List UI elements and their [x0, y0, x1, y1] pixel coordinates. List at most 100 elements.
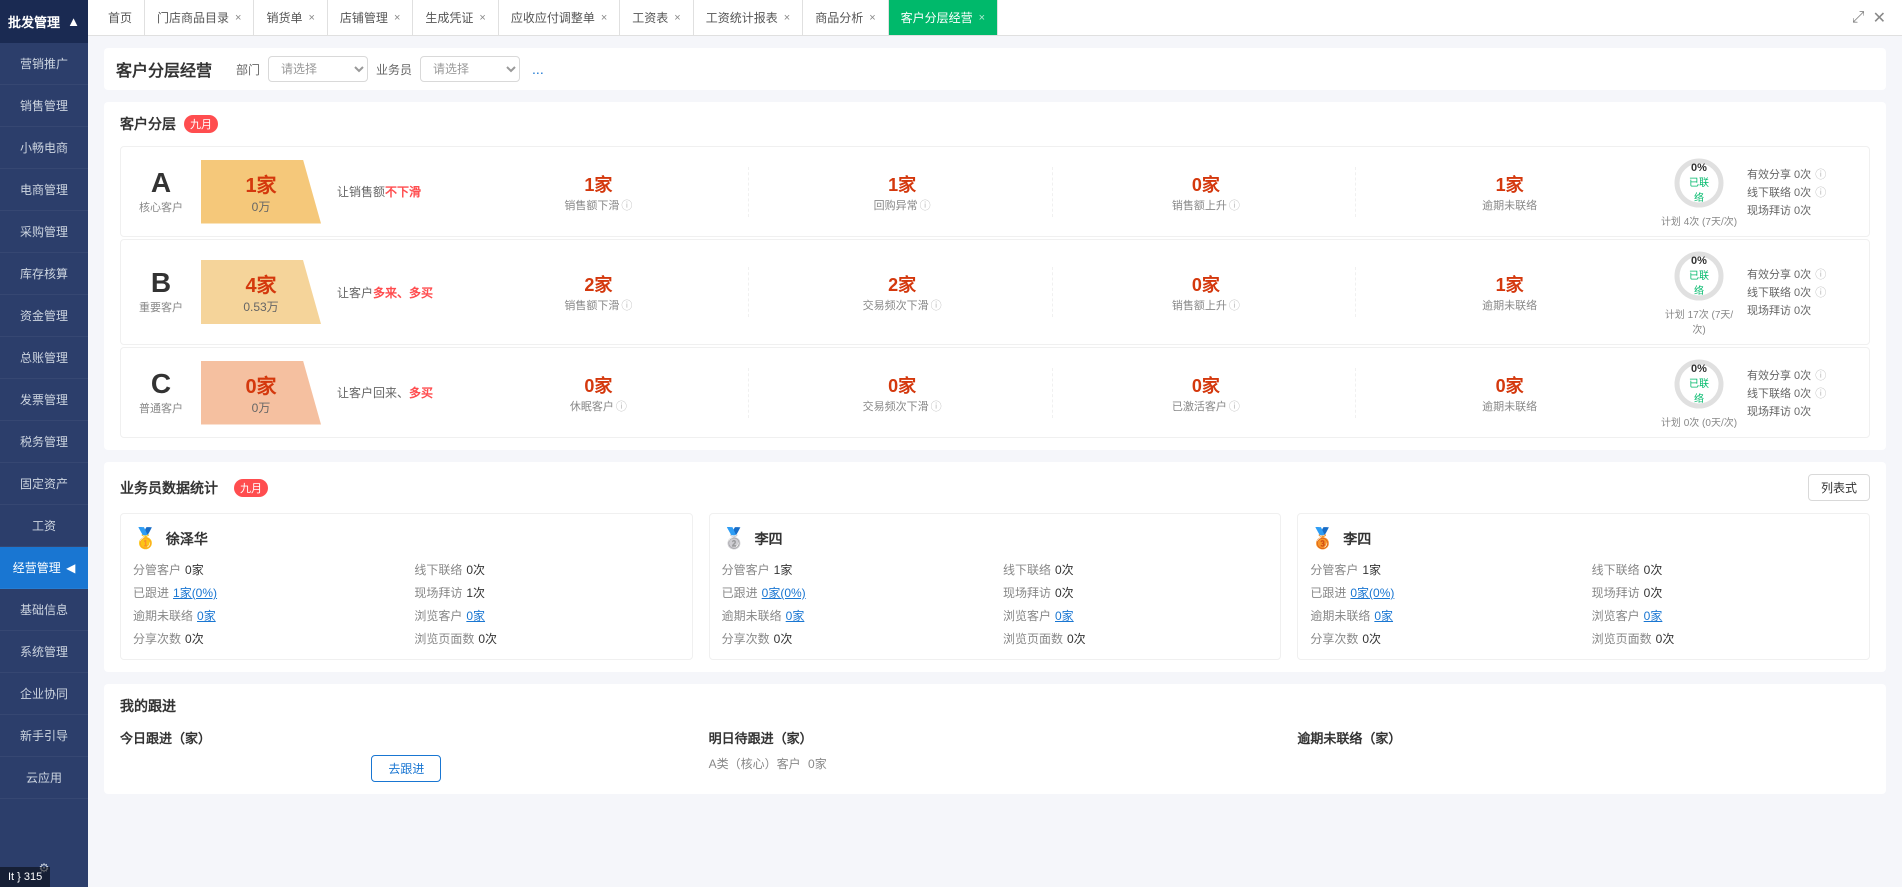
staff-1-medal: 🥇 — [133, 526, 158, 551]
tier-a-circle-text: 0% 已联络 — [1685, 162, 1713, 204]
sidebar-item-xiaoshou[interactable]: 销售管理 — [0, 85, 88, 127]
sidebar-item-xinshou[interactable]: 新手引导 — [0, 715, 88, 757]
tier-b-shape[interactable]: 4家 0.53万 — [201, 260, 321, 324]
info-icon[interactable]: ⓘ — [621, 297, 632, 313]
tab-close-voucher[interactable]: × — [479, 12, 485, 24]
info-icon[interactable]: ⓘ — [1229, 297, 1240, 313]
sidebar-item-jichu[interactable]: 基础信息 — [0, 589, 88, 631]
tab-payroll-report[interactable]: 工资统计报表 × — [694, 0, 803, 36]
info-icon[interactable]: ⓘ — [920, 197, 931, 213]
tier-a-right-3: 现场拜访 0次 — [1747, 202, 1869, 218]
tab-close-customer-tier[interactable]: × — [979, 12, 985, 24]
sidebar-item-xiaochang[interactable]: 小畅电商 — [0, 127, 88, 169]
info-icon[interactable]: ⓘ — [1229, 197, 1240, 213]
tier-c-name: 普通客户 — [139, 400, 183, 416]
tab-home[interactable]: 首页 — [96, 0, 145, 36]
tab-restore-icon[interactable]: ⤢ — [1852, 9, 1865, 27]
sidebar-item-shuiwu[interactable]: 税务管理 — [0, 421, 88, 463]
tier-a-letter: A — [151, 169, 171, 197]
info-icon[interactable]: ⓘ — [1815, 367, 1826, 383]
sidebar-item-gudingzichan[interactable]: 固定资产 — [0, 463, 88, 505]
info-icon[interactable]: ⓘ — [1815, 284, 1826, 300]
info-icon[interactable]: ⓘ — [621, 197, 632, 213]
tier-c-pct: 0% — [1685, 363, 1713, 375]
sidebar-item-dianshang[interactable]: 电商管理 — [0, 169, 88, 211]
sidebar-item-fapiao[interactable]: 发票管理 — [0, 379, 88, 421]
tier-c-circle-wrap: 0% 已联络 — [1671, 356, 1727, 412]
sidebar-item-gongzi[interactable]: 工资 — [0, 505, 88, 547]
tier-b-suggestion: 让客户多来、多买 — [329, 284, 449, 301]
followup-tomorrow-title: 明日待跟进（家） — [709, 728, 1282, 747]
bottom-bar: It } 315 — [0, 867, 50, 887]
staff-2-medal: 🥈 — [722, 526, 747, 551]
followup-grid: 今日跟进（家） 去跟进 明日待跟进（家） A类（核心）客户 0家 逾期未联络（家… — [120, 728, 1870, 782]
staff-2-stat-liulanye: 浏览页面数 0次 — [1003, 630, 1268, 647]
sidebar-item-xitong[interactable]: 系统管理 — [0, 631, 88, 673]
staff-3-name-row: 🥉 李四 — [1310, 526, 1857, 551]
sidebar-item-zijin[interactable]: 资金管理 — [0, 295, 88, 337]
tab-close-sales-order[interactable]: × — [308, 12, 314, 24]
followup-section: 我的跟进 今日跟进（家） 去跟进 明日待跟进（家） A类（核心）客户 0家 逾期… — [104, 684, 1886, 794]
tab-bar: 首页 门店商品目录 × 销货单 × 店铺管理 × 生成凭证 × 应收应付调整单 … — [88, 0, 1902, 36]
sidebar-item-yingxiao[interactable]: 营销推广 — [0, 43, 88, 85]
sidebar-item-qiyexietong[interactable]: 企业协同 — [0, 673, 88, 715]
sidebar-item-zhangzhang[interactable]: 总账管理 — [0, 337, 88, 379]
tab-product-analysis[interactable]: 商品分析 × — [803, 0, 888, 36]
staff-title: 业务员数据统计 — [120, 478, 218, 498]
tab-close-adjust[interactable]: × — [601, 12, 607, 24]
tier-a-circle-wrap: 0% 已联络 — [1671, 155, 1727, 211]
tab-customer-tier[interactable]: 客户分层经营 × — [889, 0, 998, 36]
staff-1-stat-liulankh: 浏览客户 0家 — [414, 607, 679, 624]
info-icon[interactable]: ⓘ — [1815, 184, 1826, 200]
dept-select[interactable]: 请选择 — [268, 56, 368, 82]
tier-a-stat-2-label: 回购异常 ⓘ — [874, 197, 931, 213]
tab-sales-order[interactable]: 销货单 × — [254, 0, 327, 36]
info-icon[interactable]: ⓘ — [1229, 398, 1240, 414]
tier-a-stats: 1家 销售额下滑 ⓘ 1家 回购异常 ⓘ — [449, 167, 1659, 217]
tier-a-stat-4-count: 1家 — [1496, 171, 1524, 197]
tab-close-payroll[interactable]: × — [674, 12, 680, 24]
info-icon[interactable]: ⓘ — [1815, 266, 1826, 282]
tier-c-stat-1-label: 休眠客户 ⓘ — [570, 398, 627, 414]
tier-b-stat-1-label: 销售额下滑 ⓘ — [564, 297, 632, 313]
info-icon[interactable]: ⓘ — [1815, 385, 1826, 401]
tier-c-right-stats: 有效分享 0次 ⓘ 线下联络 0次 ⓘ 现场拜访 0次 — [1739, 367, 1869, 419]
tab-close-payroll-report[interactable]: × — [784, 12, 790, 24]
tier-c-stat-4-count: 0家 — [1496, 372, 1524, 398]
staff-select[interactable]: 请选择 — [420, 56, 520, 82]
sidebar-header-label: 批发管理 — [8, 12, 60, 31]
info-icon[interactable]: ⓘ — [931, 398, 942, 414]
tab-close-product-analysis[interactable]: × — [869, 12, 875, 24]
tab-store-products[interactable]: 门店商品目录 × — [145, 0, 254, 36]
tier-a-stat-3: 0家 销售额上升 ⓘ — [1057, 167, 1357, 217]
sidebar-collapse-icon[interactable]: ▲ — [67, 14, 80, 29]
tab-close-store-products[interactable]: × — [235, 12, 241, 24]
tab-shop-mgmt[interactable]: 店铺管理 × — [328, 0, 413, 36]
followup-today: 今日跟进（家） 去跟进 — [120, 728, 693, 782]
sidebar-item-jingying[interactable]: 经营管理 ◀ — [0, 547, 88, 589]
tier-a-count: 1家 — [245, 169, 276, 198]
staff-3-stat-yuqijia: 逾期未联络 0家 — [1310, 607, 1575, 624]
followup-header: 我的跟进 — [120, 696, 1870, 716]
info-icon[interactable]: ⓘ — [616, 398, 627, 414]
tab-close-all-icon[interactable]: ✕ — [1873, 8, 1886, 28]
info-icon[interactable]: ⓘ — [1815, 166, 1826, 182]
tab-voucher[interactable]: 生成凭证 × — [413, 0, 498, 36]
tier-c-stat-2-label: 交易频次下滑 ⓘ — [863, 398, 942, 414]
sidebar-item-caigou[interactable]: 采购管理 — [0, 211, 88, 253]
tier-a-amount: 0万 — [252, 198, 271, 215]
sidebar-header[interactable]: 批发管理 ▲ — [0, 0, 88, 43]
tier-b-right-3: 现场拜访 0次 — [1747, 302, 1869, 318]
tier-a-shape[interactable]: 1家 0万 — [201, 160, 321, 224]
tab-payroll[interactable]: 工资表 × — [620, 0, 693, 36]
tab-close-shop-mgmt[interactable]: × — [394, 12, 400, 24]
info-icon[interactable]: ⓘ — [931, 297, 942, 313]
tier-b-name: 重要客户 — [139, 299, 183, 315]
list-view-button[interactable]: 列表式 — [1808, 474, 1870, 501]
more-button[interactable]: ... — [528, 61, 548, 77]
sidebar-item-yunyingyong[interactable]: 云应用 — [0, 757, 88, 799]
tier-c-shape[interactable]: 0家 0万 — [201, 361, 321, 425]
go-followup-button[interactable]: 去跟进 — [371, 755, 441, 782]
sidebar-item-kucun[interactable]: 库存核算 — [0, 253, 88, 295]
tab-adjust[interactable]: 应收应付调整单 × — [499, 0, 620, 36]
